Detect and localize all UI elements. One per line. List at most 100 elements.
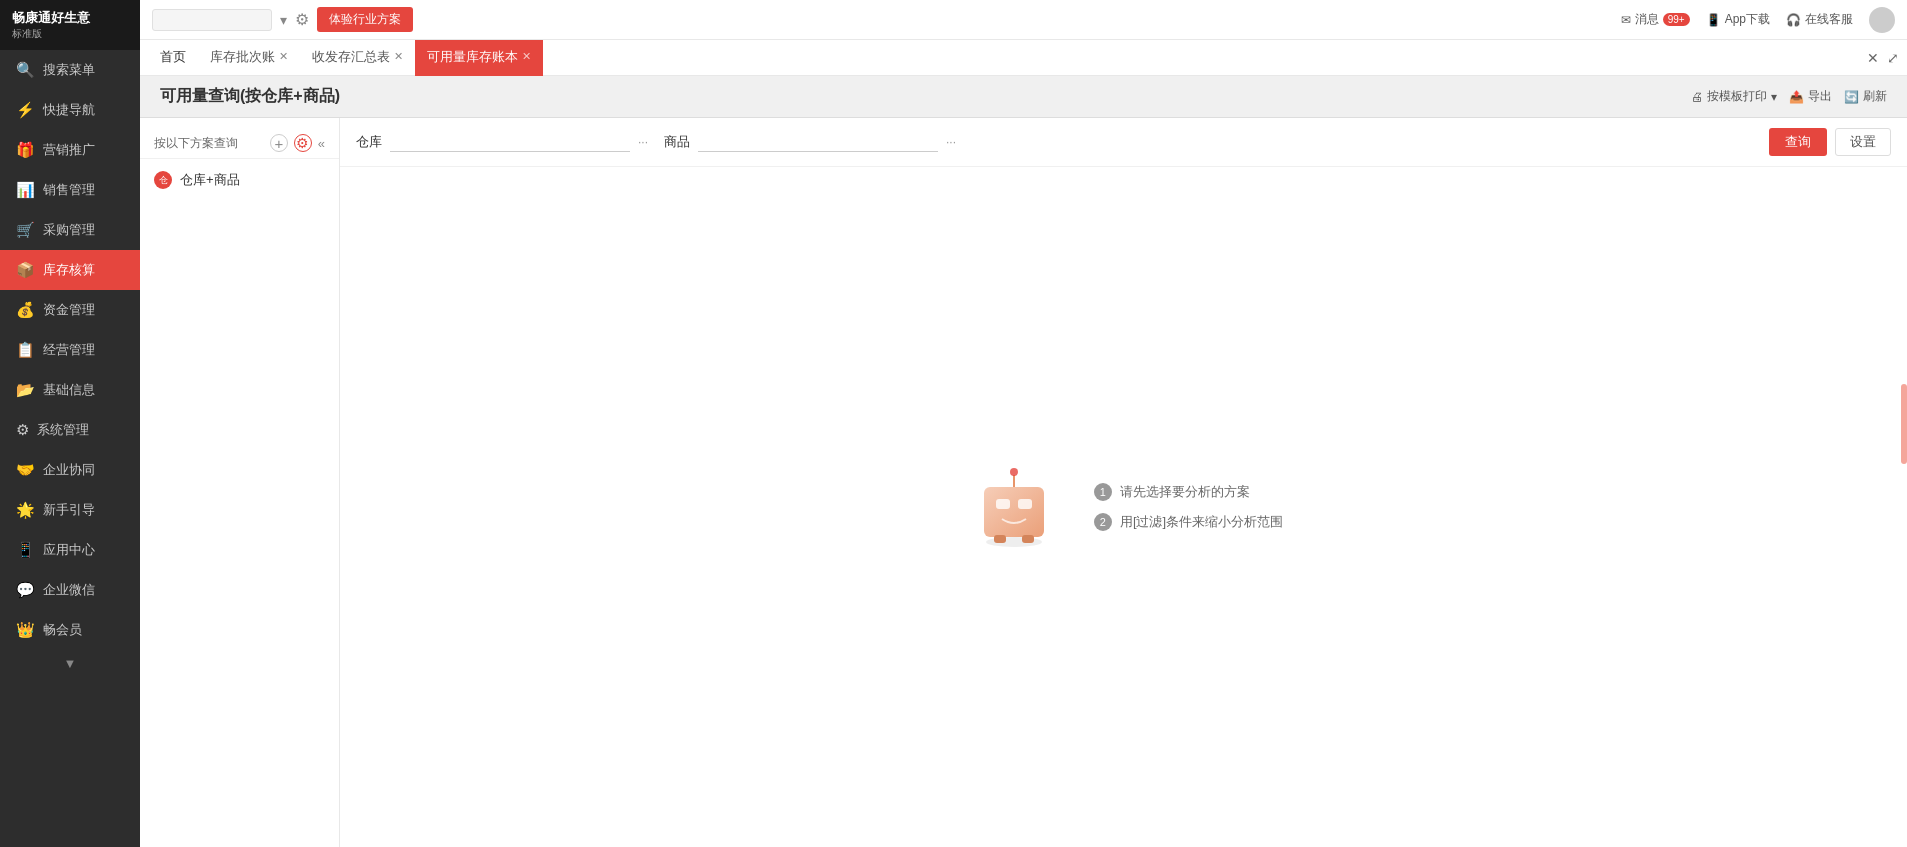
sidebar-label-member: 畅会员 <box>43 621 82 639</box>
export-btn[interactable]: 📤 导出 <box>1789 88 1832 105</box>
export-icon: 📤 <box>1789 90 1804 104</box>
sidebar-item-marketing[interactable]: 🎁 营销推广 <box>0 130 140 170</box>
print-template-btn[interactable]: 🖨 按模板打印 ▾ <box>1691 88 1777 105</box>
service-icon: 🎧 <box>1786 13 1801 27</box>
tab-collect[interactable]: 收发存汇总表 ✕ <box>300 40 415 76</box>
tab-home[interactable]: 首页 <box>148 40 198 76</box>
tab-batch[interactable]: 库存批次账 ✕ <box>198 40 300 76</box>
expand-window-icon[interactable]: ⤢ <box>1887 50 1899 66</box>
sidebar-label-inventory: 库存核算 <box>43 261 95 279</box>
flash-icon: ⚡ <box>16 101 35 119</box>
trial-btn[interactable]: 体验行业方案 <box>317 7 413 32</box>
content-area: 按以下方案查询 + ⚙ « 仓 仓库+商品 仓库 ··· <box>140 118 1907 847</box>
empty-state: 1 请先选择要分析的方案 2 用[过滤]条件来缩小分析范围 <box>340 167 1907 847</box>
sidebar-label-appstore: 应用中心 <box>43 541 95 559</box>
filter-header-label: 按以下方案查询 <box>154 135 238 152</box>
sidebar-item-member[interactable]: 👑 畅会员 <box>0 610 140 650</box>
sidebar-scroll-down[interactable]: ▼ <box>0 650 140 677</box>
svg-rect-7 <box>1022 535 1034 543</box>
message-btn[interactable]: ✉ 消息 99+ <box>1621 11 1690 28</box>
folder-icon: 📂 <box>16 381 35 399</box>
product-input[interactable] <box>698 133 938 152</box>
sidebar-item-system[interactable]: ⚙ 系统管理 <box>0 410 140 450</box>
app-edition: 标准版 <box>12 27 128 40</box>
online-service-btn[interactable]: 🎧 在线客服 <box>1786 11 1853 28</box>
svg-rect-2 <box>1018 499 1032 509</box>
filter-icons: + ⚙ « <box>270 134 325 152</box>
product-label: 商品 <box>664 133 690 151</box>
page-actions: 🖨 按模板打印 ▾ 📤 导出 🔄 刷新 <box>1691 88 1887 105</box>
tab-batch-close[interactable]: ✕ <box>279 50 288 63</box>
print-dropdown-icon: ▾ <box>1771 90 1777 104</box>
print-label: 按模板打印 <box>1707 88 1767 105</box>
refresh-icon: 🔄 <box>1844 90 1859 104</box>
page-title: 可用量查询(按仓库+商品) <box>160 86 340 107</box>
close-window-icon[interactable]: ✕ <box>1867 50 1879 66</box>
filter-collapse-icon[interactable]: « <box>318 136 325 151</box>
cart-icon: 🛒 <box>16 221 35 239</box>
product-more-btn[interactable]: ··· <box>946 135 956 149</box>
sidebar-item-search[interactable]: 🔍 搜索菜单 <box>0 50 140 90</box>
sidebar-label-basic: 基础信息 <box>43 381 95 399</box>
query-btn[interactable]: 查询 <box>1769 128 1827 156</box>
sidebar-label-system: 系统管理 <box>37 421 89 439</box>
warehouse-label: 仓库 <box>356 133 382 151</box>
handshake-icon: 🤝 <box>16 461 35 479</box>
tip-num-2: 2 <box>1094 513 1112 531</box>
empty-tip-1: 1 请先选择要分析的方案 <box>1094 483 1283 501</box>
sidebar-item-basic[interactable]: 📂 基础信息 <box>0 370 140 410</box>
sidebar-item-purchase[interactable]: 🛒 采购管理 <box>0 210 140 250</box>
message-badge: 99+ <box>1663 13 1690 26</box>
sidebar-label-operation: 经营管理 <box>43 341 95 359</box>
filter-row: 仓库 ··· 商品 ··· 查询 设置 <box>340 118 1907 167</box>
sidebar-label-marketing: 营销推广 <box>43 141 95 159</box>
empty-illustration <box>964 457 1064 557</box>
warehouse-more-btn[interactable]: ··· <box>638 135 648 149</box>
crown-icon: 👑 <box>16 621 35 639</box>
user-avatar[interactable] <box>1869 7 1895 33</box>
svg-rect-6 <box>994 535 1006 543</box>
settings-btn[interactable]: 设置 <box>1835 128 1891 156</box>
tab-available[interactable]: 可用量库存账本 ✕ <box>415 40 543 76</box>
tip-text-1: 请先选择要分析的方案 <box>1120 483 1250 501</box>
sidebar-item-guide[interactable]: 🌟 新手引导 <box>0 490 140 530</box>
tip-text-2: 用[过滤]条件来缩小分析范围 <box>1120 513 1283 531</box>
tab-available-label: 可用量库存账本 <box>427 48 518 66</box>
sidebar-item-shortcut[interactable]: ⚡ 快捷导航 <box>0 90 140 130</box>
filter-add-icon[interactable]: + <box>270 134 288 152</box>
warehouse-input[interactable] <box>390 133 630 152</box>
sidebar-item-finance[interactable]: 💰 资金管理 <box>0 290 140 330</box>
topbar-gear-icon[interactable]: ⚙ <box>295 10 309 29</box>
sidebar-label-search: 搜索菜单 <box>43 61 95 79</box>
message-icon: ✉ <box>1621 13 1631 27</box>
chart-icon: 📊 <box>16 181 35 199</box>
app-name: 畅康通好生意 <box>12 10 128 27</box>
sidebar-item-sales[interactable]: 📊 销售管理 <box>0 170 140 210</box>
sidebar-label-finance: 资金管理 <box>43 301 95 319</box>
filter-option-icon: 仓 <box>154 171 172 189</box>
warehouse-field: 仓库 ··· <box>356 133 648 152</box>
sidebar-item-wechat[interactable]: 💬 企业微信 <box>0 570 140 610</box>
sidebar-label-purchase: 采购管理 <box>43 221 95 239</box>
tab-batch-label: 库存批次账 <box>210 48 275 66</box>
tab-available-close[interactable]: ✕ <box>522 50 531 63</box>
app-download-label: App下载 <box>1725 11 1770 28</box>
filter-option-warehouse-product[interactable]: 仓 仓库+商品 <box>140 163 339 197</box>
sidebar-item-appstore[interactable]: 📱 应用中心 <box>0 530 140 570</box>
online-service-label: 在线客服 <box>1805 11 1853 28</box>
sidebar-item-inventory[interactable]: 📦 库存核算 <box>0 250 140 290</box>
message-label: 消息 <box>1635 11 1659 28</box>
topbar-search-input[interactable] <box>152 9 272 31</box>
filter-settings-icon[interactable]: ⚙ <box>294 134 312 152</box>
app-download-btn[interactable]: 📱 App下载 <box>1706 11 1770 28</box>
filter-panel-header: 按以下方案查询 + ⚙ « <box>140 128 339 159</box>
export-label: 导出 <box>1808 88 1832 105</box>
refresh-btn[interactable]: 🔄 刷新 <box>1844 88 1887 105</box>
topbar-right: ✉ 消息 99+ 📱 App下载 🎧 在线客服 <box>1621 7 1895 33</box>
sidebar-item-enterprise[interactable]: 🤝 企业协同 <box>0 450 140 490</box>
right-scrollbar[interactable] <box>1901 384 1907 464</box>
tab-collect-label: 收发存汇总表 <box>312 48 390 66</box>
star-icon: 🌟 <box>16 501 35 519</box>
sidebar-item-operation[interactable]: 📋 经营管理 <box>0 330 140 370</box>
tab-collect-close[interactable]: ✕ <box>394 50 403 63</box>
